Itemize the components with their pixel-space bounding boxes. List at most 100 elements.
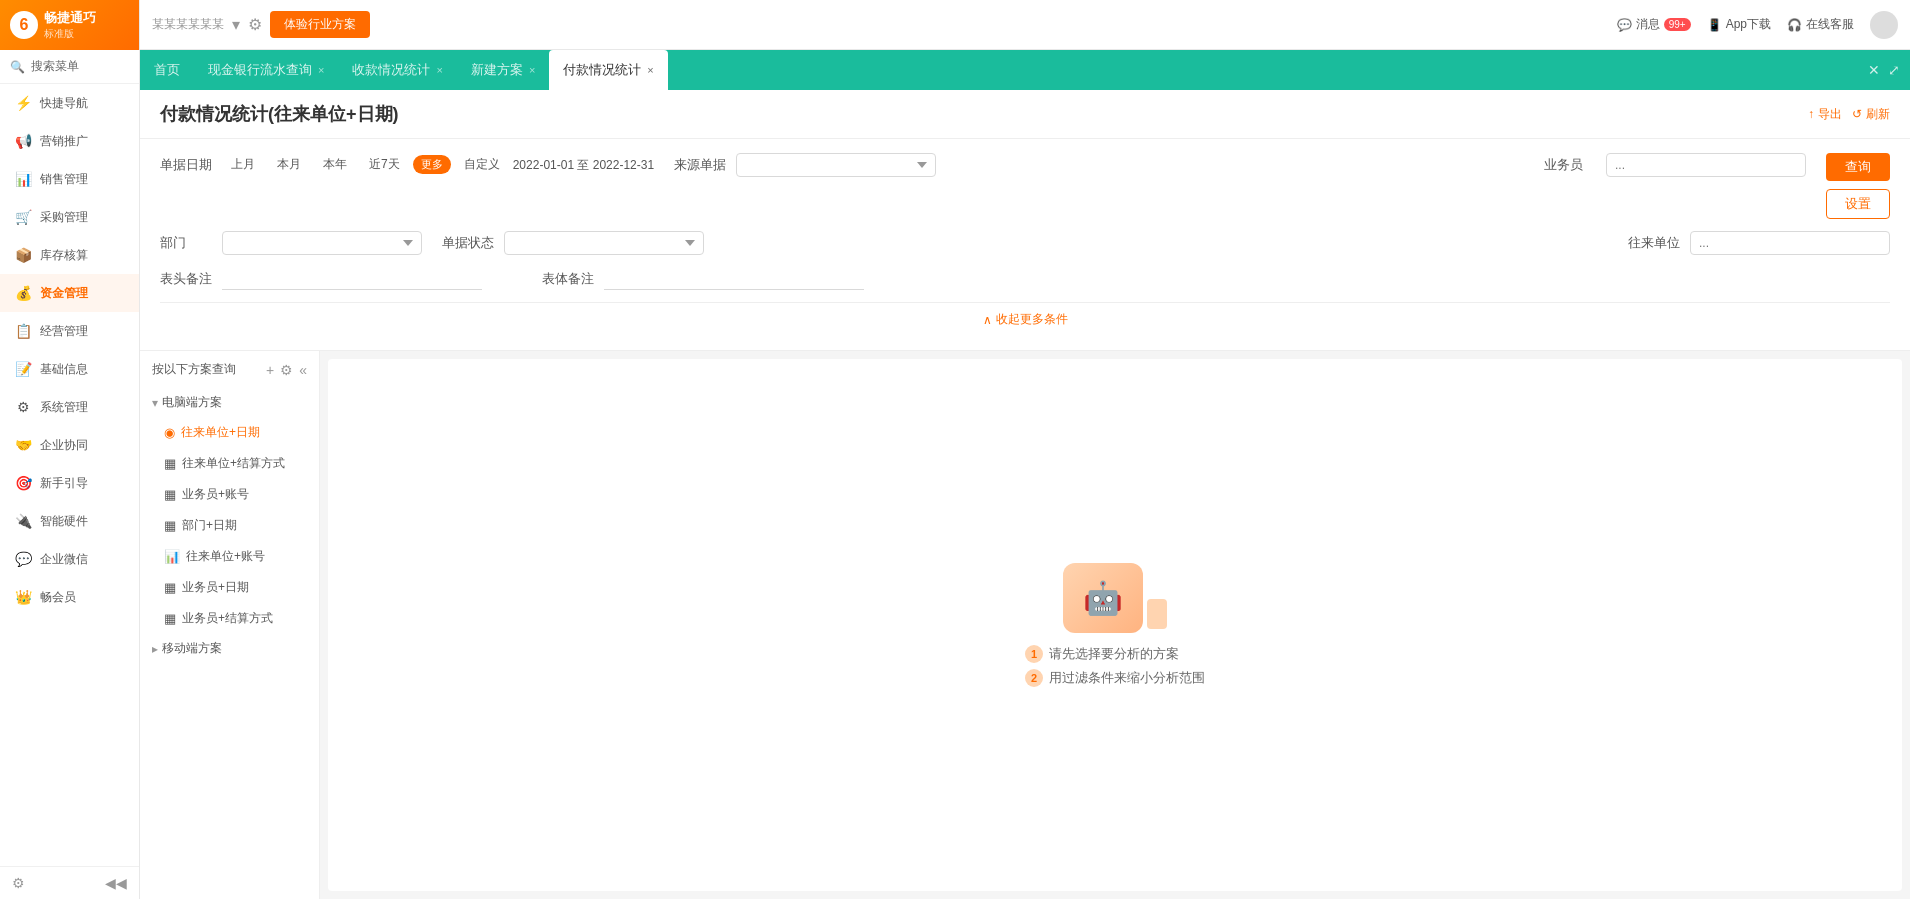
online-service-btn[interactable]: 🎧 在线客服 — [1787, 16, 1854, 33]
sidebar-item-quick-nav-label: 快捷导航 — [40, 95, 88, 112]
tab-new-scheme[interactable]: 新建方案 × — [457, 50, 549, 90]
tab-new-scheme-close[interactable]: × — [529, 64, 535, 76]
scheme-item-counterpart-account[interactable]: 📊 往来单位+账号 — [140, 541, 319, 572]
collapse-icon: ∧ — [983, 313, 992, 327]
scheme-group-mobile-header[interactable]: 移动端方案 — [140, 634, 319, 663]
filter-doc-status-select[interactable] — [504, 231, 704, 255]
sidebar-item-inventory[interactable]: 📦 库存核算 — [0, 236, 139, 274]
sidebar-subtitle: 标准版 — [44, 27, 96, 41]
purchase-icon: 🛒 — [14, 208, 32, 226]
notifications-badge: 99+ — [1664, 18, 1691, 31]
page-actions: ↑ 导出 ↺ 刷新 — [1808, 106, 1890, 123]
filter-row-2: 部门 单据状态 — [160, 231, 1890, 255]
sidebar-item-smart-hw[interactable]: 🔌 智能硬件 — [0, 502, 139, 540]
filter-source-select[interactable] — [736, 153, 936, 177]
topbar-right: 💬 消息 99+ 📱 App下载 🎧 在线客服 — [1617, 11, 1898, 39]
sidebar-item-operation[interactable]: 📋 经营管理 — [0, 312, 139, 350]
empty-illustration: 🤖 1 请先选择要分析的方案 2 用过滤条件来缩小分析范围 — [1025, 563, 1205, 687]
quick-nav-icon: ⚡ — [14, 94, 32, 112]
footer-collapse-button[interactable]: ◀◀ — [105, 875, 127, 891]
scheme-item-counterpart-date[interactable]: ◉ 往来单位+日期 — [140, 417, 319, 448]
tab-payment-stat[interactable]: 付款情况统计 × — [549, 50, 667, 90]
tab-close-all-icon[interactable]: ✕ — [1868, 62, 1880, 78]
search-icon: 🔍 — [10, 60, 25, 74]
scheme-add-button[interactable]: + — [266, 362, 274, 378]
scheme-group-desktop-header[interactable]: 电脑端方案 — [140, 388, 319, 417]
scheme-item-counterpart-settle-icon: ▦ — [164, 456, 176, 471]
filter-related-unit-label: 往来单位 — [1628, 234, 1684, 252]
tab-cash-bank-close[interactable]: × — [318, 64, 324, 76]
export-btn[interactable]: ↑ 导出 — [1808, 106, 1842, 123]
filter-row-3: 表头备注 表体备注 — [160, 267, 1890, 290]
date-btn-more[interactable]: 更多 — [413, 155, 451, 174]
empty-robot: 🤖 — [1063, 563, 1143, 633]
scheme-item-dept-date-icon: ▦ — [164, 518, 176, 533]
tab-receipts-stat-close[interactable]: × — [436, 64, 442, 76]
refresh-btn[interactable]: ↺ 刷新 — [1852, 106, 1890, 123]
filter-dept-select[interactable] — [222, 231, 422, 255]
scheme-collapse-button[interactable]: « — [299, 362, 307, 378]
sidebar-item-guide[interactable]: 🎯 新手引导 — [0, 464, 139, 502]
empty-tip-2: 2 用过滤条件来缩小分析范围 — [1025, 669, 1205, 687]
date-range-text: 2022-01-01 至 2022-12-31 — [513, 157, 654, 174]
scheme-desktop-label: 电脑端方案 — [162, 394, 222, 411]
scheme-item-staff-date[interactable]: ▦ 业务员+日期 — [140, 572, 319, 603]
collapse-label: 收起更多条件 — [996, 311, 1068, 328]
user-avatar[interactable] — [1870, 11, 1898, 39]
date-btn-this-year[interactable]: 本年 — [314, 153, 356, 176]
scheme-mobile-toggle — [152, 642, 158, 656]
empty-tips: 1 请先选择要分析的方案 2 用过滤条件来缩小分析范围 — [1025, 645, 1205, 687]
date-btn-this-month[interactable]: 本月 — [268, 153, 310, 176]
filter-body-note-input[interactable] — [604, 267, 864, 290]
scheme-item-counterpart-settle[interactable]: ▦ 往来单位+结算方式 — [140, 448, 319, 479]
topbar-gear-icon[interactable]: ⚙ — [248, 15, 262, 34]
scheme-item-staff-settle[interactable]: ▦ 业务员+结算方式 — [140, 603, 319, 634]
sidebar-item-membership[interactable]: 👑 畅会员 — [0, 578, 139, 616]
online-service-label: 在线客服 — [1806, 16, 1854, 33]
date-btn-last-7d[interactable]: 近7天 — [360, 153, 409, 176]
sidebar-search[interactable]: 🔍 搜索菜单 — [0, 50, 139, 84]
scheme-item-dept-date[interactable]: ▦ 部门+日期 — [140, 510, 319, 541]
collapse-bar[interactable]: ∧ 收起更多条件 — [160, 302, 1890, 336]
notifications-btn[interactable]: 💬 消息 99+ — [1617, 16, 1691, 33]
settings-button[interactable]: 设置 — [1826, 189, 1890, 219]
sidebar-item-sales[interactable]: 📊 销售管理 — [0, 160, 139, 198]
scheme-settings-button[interactable]: ⚙ — [280, 362, 293, 378]
sidebar-item-wechat[interactable]: 💬 企业微信 — [0, 540, 139, 578]
tab-home[interactable]: 首页 — [140, 50, 194, 90]
date-btn-last-month[interactable]: 上月 — [222, 153, 264, 176]
sidebar-item-basic-info[interactable]: 📝 基础信息 — [0, 350, 139, 388]
refresh-label: 刷新 — [1866, 106, 1890, 123]
empty-robot-wrapper: 🤖 — [1063, 563, 1167, 633]
sidebar-item-finance[interactable]: 💰 资金管理 — [0, 274, 139, 312]
app-download-btn[interactable]: 📱 App下载 — [1707, 16, 1771, 33]
system-icon: ⚙ — [14, 398, 32, 416]
sidebar-item-inventory-label: 库存核算 — [40, 247, 88, 264]
filter-staff-item: 业务员 — [1544, 153, 1806, 177]
tab-cash-bank[interactable]: 现金银行流水查询 × — [194, 50, 338, 90]
date-btn-custom[interactable]: 自定义 — [455, 153, 509, 176]
filter-header-note-input[interactable] — [222, 267, 482, 290]
sidebar-item-purchase[interactable]: 🛒 采购管理 — [0, 198, 139, 236]
tab-receipts-stat[interactable]: 收款情况统计 × — [338, 50, 456, 90]
footer-settings-button[interactable]: ⚙ — [12, 875, 25, 891]
sidebar-item-marketing[interactable]: 📢 营销推广 — [0, 122, 139, 160]
empty-tip-1: 1 请先选择要分析的方案 — [1025, 645, 1205, 663]
guide-icon: 🎯 — [14, 474, 32, 492]
filter-related-unit-input[interactable] — [1690, 231, 1890, 255]
sidebar-item-company-coop[interactable]: 🤝 企业协同 — [0, 426, 139, 464]
tab-expand-icon[interactable]: ⤢ — [1888, 62, 1900, 78]
tab-home-label: 首页 — [154, 61, 180, 79]
tab-payment-stat-close[interactable]: × — [647, 64, 653, 76]
sidebar-item-quick-nav[interactable]: ⚡ 快捷导航 — [0, 84, 139, 122]
topbar-settings-icon[interactable]: ▾ — [232, 15, 240, 34]
scheme-item-staff-account[interactable]: ▦ 业务员+账号 — [140, 479, 319, 510]
filter-body-note-label: 表体备注 — [542, 270, 598, 288]
trial-btn[interactable]: 体验行业方案 — [270, 11, 370, 38]
scheme-item-staff-date-label: 业务员+日期 — [182, 579, 249, 596]
query-button[interactable]: 查询 — [1826, 153, 1890, 181]
filter-staff-input[interactable] — [1606, 153, 1806, 177]
sidebar-item-system[interactable]: ⚙ 系统管理 — [0, 388, 139, 426]
tip-num-1: 1 — [1025, 645, 1043, 663]
scheme-mobile-label: 移动端方案 — [162, 640, 222, 657]
